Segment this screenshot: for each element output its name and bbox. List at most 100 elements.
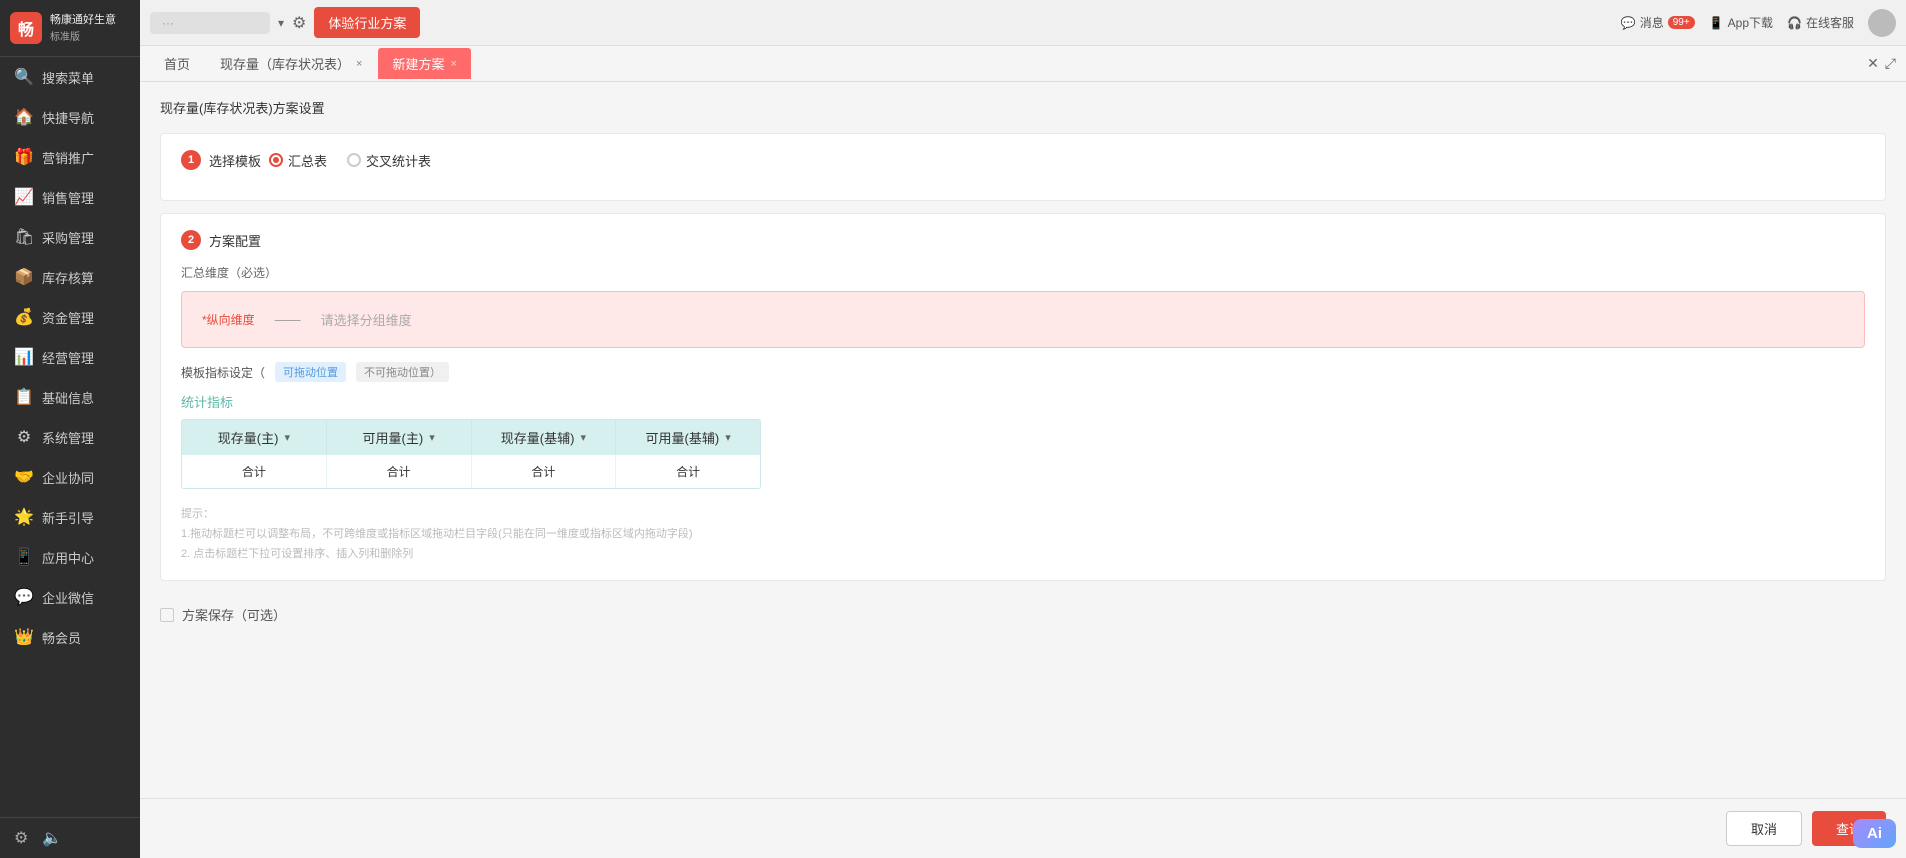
tab-inventory[interactable]: 现存量（库存状况表） × — [206, 48, 376, 79]
sidebar-item-inventory-label: 库存核算 — [42, 268, 94, 287]
tabs-bar: 首页 现存量（库存状况表） × 新建方案 × ✕ ⤢ — [140, 46, 1906, 82]
sidebar-item-finance-label: 资金管理 — [42, 308, 94, 327]
trial-button[interactable]: 体验行业方案 — [314, 7, 420, 38]
sidebar-item-marketing[interactable]: 🎁 营销推广 — [0, 137, 140, 177]
sidebar-item-purchase-label: 采购管理 — [42, 228, 94, 247]
message-icon: 💬 — [1621, 16, 1636, 30]
no-drag-badge: 不可拖动位置） — [356, 362, 449, 382]
aggregate-label: 汇总维度（必选） — [181, 264, 1865, 281]
user-avatar[interactable] — [1868, 9, 1896, 37]
sidebar-item-weixin-label: 企业微信 — [42, 588, 94, 607]
stats-body-row: 合计 合计 合计 合计 — [182, 455, 760, 488]
radio-summary-dot — [269, 153, 283, 167]
main-area: ··· ▾ ⚙ 体验行业方案 💬 消息 99+ 📱 App下载 🎧 在线客服 — [140, 0, 1906, 858]
tip-2: 2. 点击标题栏下拉可设置排序、插入列和删除列 — [181, 545, 1865, 565]
online-service-label: 在线客服 — [1806, 14, 1854, 31]
logo-sub: 标准版 — [50, 28, 116, 43]
sidebar-item-search[interactable]: 🔍 搜索菜单 — [0, 57, 140, 97]
sidebar-item-basic[interactable]: 📋 基础信息 — [0, 377, 140, 417]
gear-icon: ⚙ — [14, 427, 34, 447]
radio-crosstab[interactable]: 交叉统计表 — [347, 151, 431, 170]
messages-item[interactable]: 💬 消息 99+ — [1621, 14, 1695, 31]
messages-badge: 99+ — [1668, 16, 1695, 29]
tab-home[interactable]: 首页 — [150, 48, 204, 79]
section-template: 1 选择模板 汇总表 交叉统计表 — [160, 133, 1886, 201]
stats-label: 统计指标 — [181, 392, 1865, 411]
sidebar-item-sales[interactable]: 📈 销售管理 — [0, 177, 140, 217]
radio-crosstab-label: 交叉统计表 — [366, 151, 431, 170]
sidebar-item-appcenter-label: 应用中心 — [42, 548, 94, 567]
footer-bar: 取消 查询 — [140, 798, 1906, 858]
stats-col-4[interactable]: 可用量(基辅) ▾ — [616, 420, 760, 455]
stats-cell-2: 合计 — [327, 455, 472, 488]
stats-col-2-label: 可用量(主) — [363, 428, 424, 447]
tips-title: 提示： — [181, 505, 1865, 525]
stats-col-1-chevron: ▾ — [284, 431, 290, 444]
section2-header: 2 方案配置 — [181, 230, 1865, 250]
stats-cell-3: 合计 — [472, 455, 617, 488]
bag-icon: 🛍 — [14, 227, 34, 247]
logo-icon: 畅 — [10, 12, 42, 44]
clipboard-icon: 📋 — [14, 387, 34, 407]
tab-new-plan[interactable]: 新建方案 × — [378, 48, 470, 79]
sidebar-item-finance[interactable]: 💰 资金管理 — [0, 297, 140, 337]
sidebar-footer: ⚙ 🔈 — [0, 817, 140, 858]
sidebar-item-purchase[interactable]: 🛍 采购管理 — [0, 217, 140, 257]
sidebar-item-cooperation[interactable]: 🤝 企业协同 — [0, 457, 140, 497]
sidebar-item-search-label: 搜索菜单 — [42, 68, 94, 87]
settings-icon[interactable]: ⚙ — [14, 828, 28, 848]
sidebar-item-newguide[interactable]: 🌟 新手引导 — [0, 497, 140, 537]
dimension-required-text: *纵向维度 — [202, 311, 255, 328]
section2-title: 方案配置 — [209, 231, 261, 250]
topbar-gear-icon[interactable]: ⚙ — [292, 13, 306, 33]
sidebar-item-weixin[interactable]: 💬 企业微信 — [0, 577, 140, 617]
sidebar-item-quicknav[interactable]: 🏠 快捷导航 — [0, 97, 140, 137]
tab-new-plan-close-icon[interactable]: × — [450, 58, 456, 70]
sidebar-item-member[interactable]: 👑 畅会员 — [0, 617, 140, 657]
sidebar-item-inventory[interactable]: 📦 库存核算 — [0, 257, 140, 297]
main-content: 现存量(库存状况表)方案设置 1 选择模板 汇总表 交叉统计表 — [140, 82, 1906, 798]
crown-icon: 👑 — [14, 627, 34, 647]
drag-badge: 可拖动位置 — [275, 362, 346, 382]
search-text: ··· — [162, 16, 174, 30]
topbar: ··· ▾ ⚙ 体验行业方案 💬 消息 99+ 📱 App下载 🎧 在线客服 — [140, 0, 1906, 46]
topbar-search: ··· — [150, 12, 270, 34]
tab-inventory-close-icon[interactable]: × — [356, 58, 362, 70]
stats-col-1[interactable]: 现存量(主) ▾ — [182, 420, 327, 455]
radio-summary-label: 汇总表 — [288, 151, 327, 170]
dimension-placeholder: 请选择分组维度 — [321, 310, 412, 329]
sidebar: 畅 畅康通好生意 标准版 🔍 搜索菜单 🏠 快捷导航 🎁 营销推广 📈 销售管理… — [0, 0, 140, 858]
stats-col-4-label: 可用量(基辅) — [646, 428, 720, 447]
bar-chart-icon: 📊 — [14, 347, 34, 367]
sidebar-item-member-label: 畅会员 — [42, 628, 81, 647]
tab-expand-icon[interactable]: ⤢ — [1885, 55, 1896, 72]
messages-label: 消息 — [1640, 14, 1664, 31]
stats-col-3[interactable]: 现存量(基辅) ▾ — [472, 420, 617, 455]
sidebar-item-system[interactable]: ⚙ 系统管理 — [0, 417, 140, 457]
sidebar-item-operation-label: 经营管理 — [42, 348, 94, 367]
page-title: 现存量(库存状况表)方案设置 — [160, 98, 1886, 117]
stats-cell-1: 合计 — [182, 455, 327, 488]
gift-icon: 🎁 — [14, 147, 34, 167]
ai-badge[interactable]: Ai — [1853, 819, 1896, 848]
sidebar-item-appcenter[interactable]: 📱 应用中心 — [0, 537, 140, 577]
sidebar-item-system-label: 系统管理 — [42, 428, 94, 447]
tab-home-label: 首页 — [164, 54, 190, 73]
dimension-box[interactable]: *纵向维度 —— 请选择分组维度 — [181, 291, 1865, 348]
cancel-button[interactable]: 取消 — [1726, 811, 1802, 846]
radio-crosstab-dot — [347, 153, 361, 167]
tab-close-icon[interactable]: ✕ — [1867, 55, 1879, 72]
app-download-item[interactable]: 📱 App下载 — [1709, 14, 1773, 31]
radio-summary[interactable]: 汇总表 — [269, 151, 327, 170]
volume-icon[interactable]: 🔈 — [42, 828, 62, 848]
stats-col-2[interactable]: 可用量(主) ▾ — [327, 420, 472, 455]
mobile-icon: 📱 — [14, 547, 34, 567]
sidebar-item-operation[interactable]: 📊 经营管理 — [0, 337, 140, 377]
online-service-item[interactable]: 🎧 在线客服 — [1787, 14, 1854, 31]
save-checkbox[interactable] — [160, 608, 174, 622]
section2-num: 2 — [181, 230, 201, 250]
box-icon: 📦 — [14, 267, 34, 287]
chevron-down-icon[interactable]: ▾ — [278, 16, 284, 30]
app-download-label: App下载 — [1728, 14, 1773, 31]
chat-icon: 💬 — [14, 587, 34, 607]
